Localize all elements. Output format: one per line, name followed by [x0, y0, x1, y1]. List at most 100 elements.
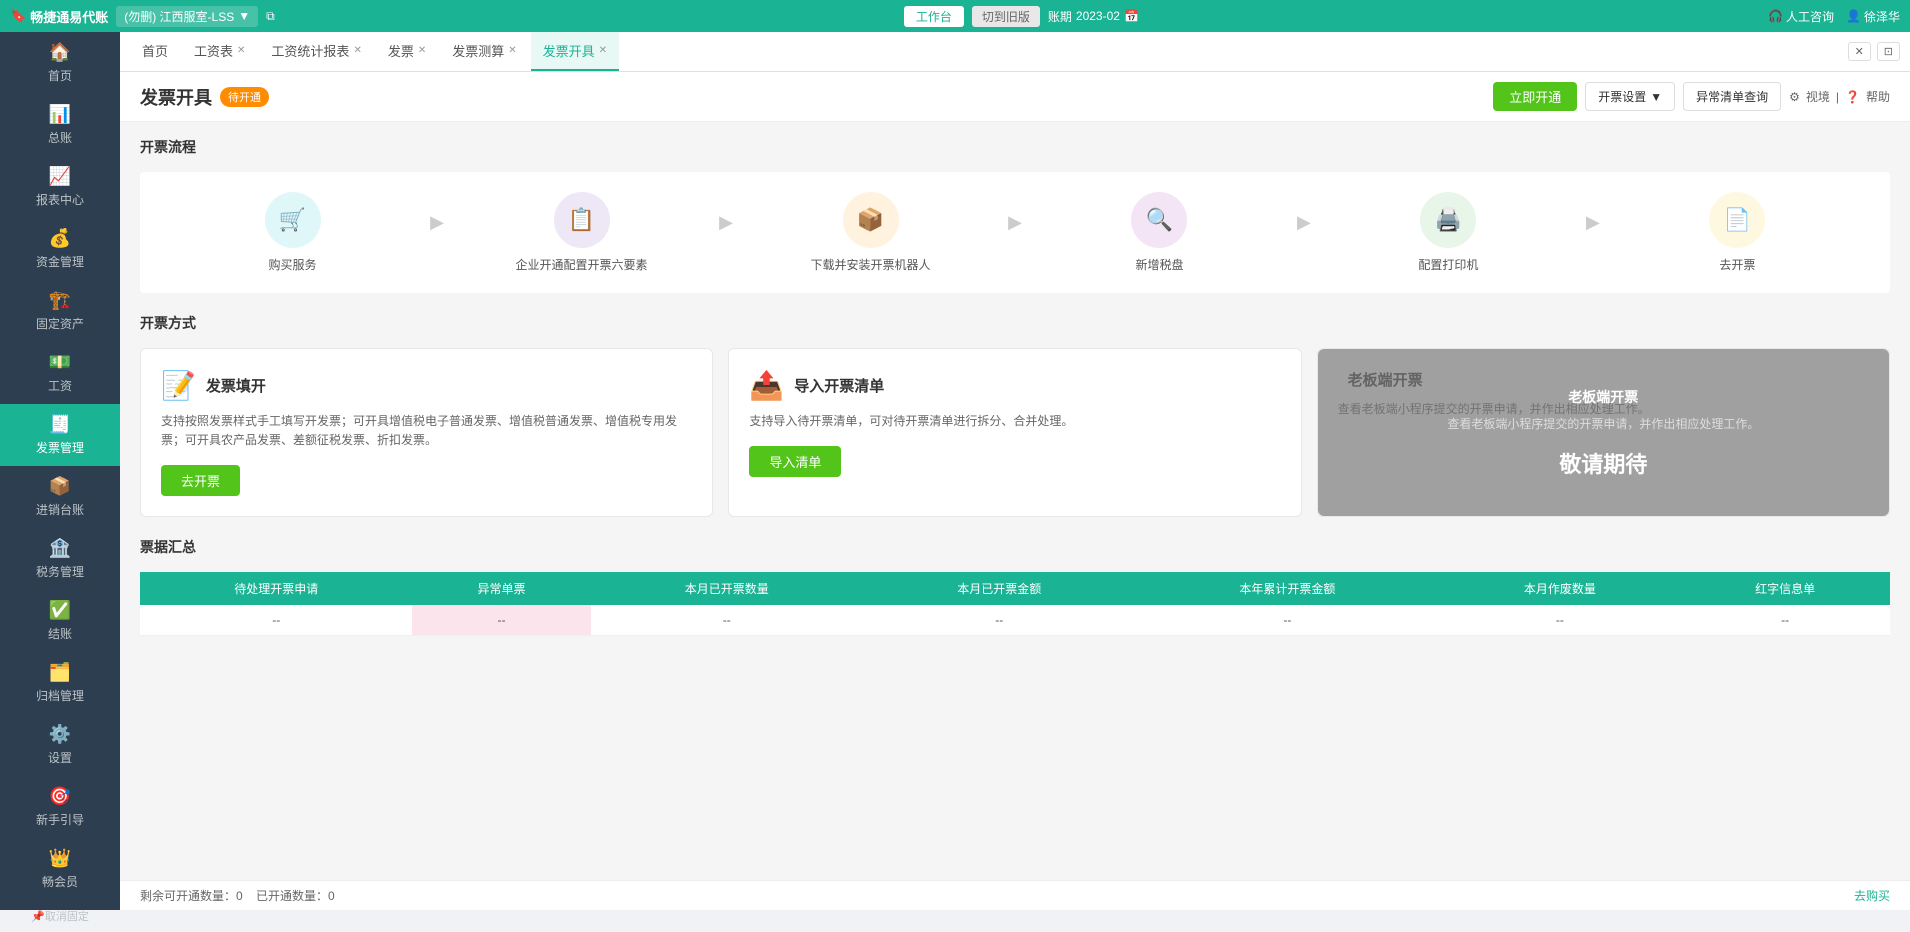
tab-close-invoice[interactable]: ✕	[418, 45, 426, 56]
sidebar-label-archive: 归档管理	[36, 687, 84, 704]
tab-home[interactable]: 首页	[130, 32, 180, 71]
sidebar-label-assets: 固定资产	[36, 315, 84, 332]
sidebar-icon-home: 🏠	[49, 42, 71, 63]
flow-step-open-invoice[interactable]: 📄 去开票	[1605, 192, 1870, 273]
copy-icon[interactable]: ⧉	[266, 9, 275, 24]
tab-label-home: 首页	[142, 41, 168, 60]
consult-button[interactable]: 🎧 人工咨询	[1768, 8, 1834, 25]
dropdown-icon: ▼	[238, 9, 250, 23]
sidebar-item-purchase[interactable]: 📦 进销台账	[0, 466, 120, 528]
sidebar-item-guide[interactable]: 🎯 新手引导	[0, 776, 120, 838]
company-selector[interactable]: (勿删) 江西服室-LSS ▼	[116, 6, 258, 27]
summary-cell-1: --	[412, 605, 590, 636]
summary-cell-4: --	[1135, 605, 1439, 636]
tab-actions: ✕ ⊡	[1848, 42, 1900, 61]
flow-step-label-printer: 配置打印机	[1418, 256, 1478, 273]
bottom-bar: 剩余可开通数量：0 已开通数量：0 去购买	[120, 880, 1910, 910]
billing-card-btn-fill[interactable]: 去开票	[161, 465, 240, 496]
tab-invoice-tool[interactable]: 发票开具✕	[531, 32, 619, 71]
flow-arrow-3: ▶	[1292, 212, 1316, 233]
sidebar-item-ledger[interactable]: 📊 总账	[0, 94, 120, 156]
sidebar-icon-funds: 💰	[49, 228, 71, 249]
flow-step-config[interactable]: 📋 企业开通配置开票六要素	[449, 192, 714, 273]
tab-invoice-calc[interactable]: 发票测算✕	[440, 32, 528, 71]
sidebar-icon-settlement: ✅	[49, 600, 71, 621]
summary-section-title: 票据汇总	[140, 537, 1890, 557]
billing-card-header-import: 📤 导入开票清单	[749, 369, 1280, 402]
abnormal-list-button[interactable]: 异常清单查询	[1683, 82, 1781, 111]
settings-button[interactable]: 开票设置 ▼	[1585, 82, 1675, 111]
tabs-container: 首页工资表✕工资统计报表✕发票✕发票测算✕发票开具✕	[130, 32, 619, 71]
tab-label-salary: 工资表	[194, 41, 233, 60]
sidebar-icon-tax: 🏦	[49, 538, 71, 559]
sidebar-icon-purchase: 📦	[49, 476, 71, 497]
billing-card-btn-import[interactable]: 导入清单	[749, 446, 841, 477]
tab-invoice[interactable]: 发票 ✕	[376, 32, 438, 71]
sidebar-item-archive[interactable]: 🗂️ 归档管理	[0, 652, 120, 714]
sidebar-item-home[interactable]: 🏠 首页	[0, 32, 120, 94]
flow-step-tax[interactable]: 🔍 新增税盘	[1027, 192, 1292, 273]
tab-close-invoice-tool[interactable]: ✕	[599, 45, 607, 56]
sidebar-icon-settings: ⚙️	[49, 724, 71, 745]
billing-card-desc-import: 支持导入待开票清单，可对待开票清单进行拆分、合并处理。	[749, 412, 1280, 431]
overlay-coming-old: 敬请期待	[1559, 447, 1647, 479]
logo-icon: 🔖	[10, 8, 26, 24]
overlay-desc-old: 查看老板端小程序提交的开票申请，并作出相应处理工作。	[1447, 415, 1759, 432]
sidebar-item-tax[interactable]: 🏦 税务管理	[0, 528, 120, 590]
sidebar-item-reports[interactable]: 📈 报表中心	[0, 156, 120, 218]
top-bar-right: 🎧 人工咨询 👤 徐泽华	[1768, 8, 1900, 25]
calendar-icon[interactable]: 📅	[1124, 9, 1139, 23]
billing-card-icon-fill: 📝	[161, 369, 196, 402]
sidebar-item-funds[interactable]: 💰 资金管理	[0, 218, 120, 280]
summary-col-5: 本月作废数量	[1439, 572, 1680, 605]
sidebar-label-funds: 资金管理	[36, 253, 84, 270]
period-value: 2023-02	[1076, 9, 1120, 23]
summary-col-6: 红字信息单	[1680, 572, 1890, 605]
sidebar-label-tax: 税务管理	[36, 563, 84, 580]
restore-button[interactable]: ⊡	[1877, 42, 1900, 61]
close-all-button[interactable]: ✕	[1848, 42, 1871, 61]
billing-card-import: 📤 导入开票清单 支持导入待开票清单，可对待开票清单进行拆分、合并处理。 导入清…	[728, 348, 1301, 517]
tab-salary-report[interactable]: 工资统计报表✕	[259, 32, 373, 71]
billing-card-fill: 📝 发票填开 支持按照发票样式手工填写开发票；可开具增值税电子普通发票、增值税普…	[140, 348, 713, 517]
page-header: 发票开具 待开通 立即开通 开票设置 ▼ 异常清单查询 ⚙ 视境 | ❓ 帮助	[120, 72, 1910, 122]
sidebar-items: 🏠 首页 📊 总账 📈 报表中心 💰 资金管理 🏗️ 固定资产 💵 工资 🧾 发…	[0, 32, 120, 900]
app-body: 🏠 首页 📊 总账 📈 报表中心 💰 资金管理 🏗️ 固定资产 💵 工资 🧾 发…	[0, 32, 1910, 910]
flow-step-buy[interactable]: 🛒 购买服务	[160, 192, 425, 273]
flow-step-printer[interactable]: 🖨️ 配置打印机	[1316, 192, 1581, 273]
billing-card-desc-fill: 支持按照发票样式手工填写开发票；可开具增值税电子普通发票、增值税普通发票、增值税…	[161, 412, 692, 450]
sidebar-item-member[interactable]: 👑 畅会员	[0, 838, 120, 900]
buy-link[interactable]: 去购买	[1854, 887, 1890, 904]
sidebar-item-invoice-mgmt[interactable]: 🧾 发票管理	[0, 404, 120, 466]
workspace-button[interactable]: 工作台	[904, 6, 964, 27]
flow-step-label-download: 下载并安装开票机器人	[810, 256, 930, 273]
remain-label: 剩余可开通数量：0	[140, 889, 243, 903]
tab-salary[interactable]: 工资表 ✕	[182, 32, 257, 71]
sidebar-item-assets[interactable]: 🏗️ 固定资产	[0, 280, 120, 342]
billing-card-icon-import: 📤	[749, 369, 784, 402]
switch-button[interactable]: 切到旧版	[972, 6, 1040, 27]
billing-methods: 📝 发票填开 支持按照发票样式手工填写开发票；可开具增值税电子普通发票、增值税普…	[140, 348, 1890, 517]
sidebar-icon-reports: 📈	[49, 166, 71, 187]
immediate-open-button[interactable]: 立即开通	[1493, 82, 1577, 111]
user-profile[interactable]: 👤 徐泽华	[1846, 8, 1900, 25]
summary-cell-2: --	[591, 605, 863, 636]
top-bar-center: 工作台 切到旧版 账期 2023-02 📅	[904, 6, 1139, 27]
tab-close-salary-report[interactable]: ✕	[353, 45, 361, 56]
flow-step-download[interactable]: 📦 下载并安装开票机器人	[738, 192, 1003, 273]
billing-card-header-fill: 📝 发票填开	[161, 369, 692, 402]
period-label: 账期	[1048, 8, 1072, 25]
sidebar-item-salary[interactable]: 💵 工资	[0, 342, 120, 404]
sidebar-label-home: 首页	[48, 67, 72, 84]
flow-step-icon-buy: 🛒	[265, 192, 321, 248]
tab-close-salary[interactable]: ✕	[237, 45, 245, 56]
sidebar-item-settings[interactable]: ⚙️ 设置	[0, 714, 120, 776]
tab-close-invoice-calc[interactable]: ✕	[508, 45, 516, 56]
sidebar-item-settlement[interactable]: ✅ 结账	[0, 590, 120, 652]
pin-toggle[interactable]: 📌 取消固定	[0, 900, 120, 932]
flow-steps: 🛒 购买服务 ▶ 📋 企业开通配置开票六要素 ▶ 📦 下载并安装开票机器人 ▶ …	[140, 172, 1890, 293]
page-title: 发票开具	[140, 84, 212, 110]
billing-card-overlay-old: 老板端开票 查看老板端小程序提交的开票申请，并作出相应处理工作。 敬请期待	[1318, 349, 1889, 516]
sidebar-label-reports: 报表中心	[36, 191, 84, 208]
tab-label-invoice: 发票	[388, 41, 414, 60]
